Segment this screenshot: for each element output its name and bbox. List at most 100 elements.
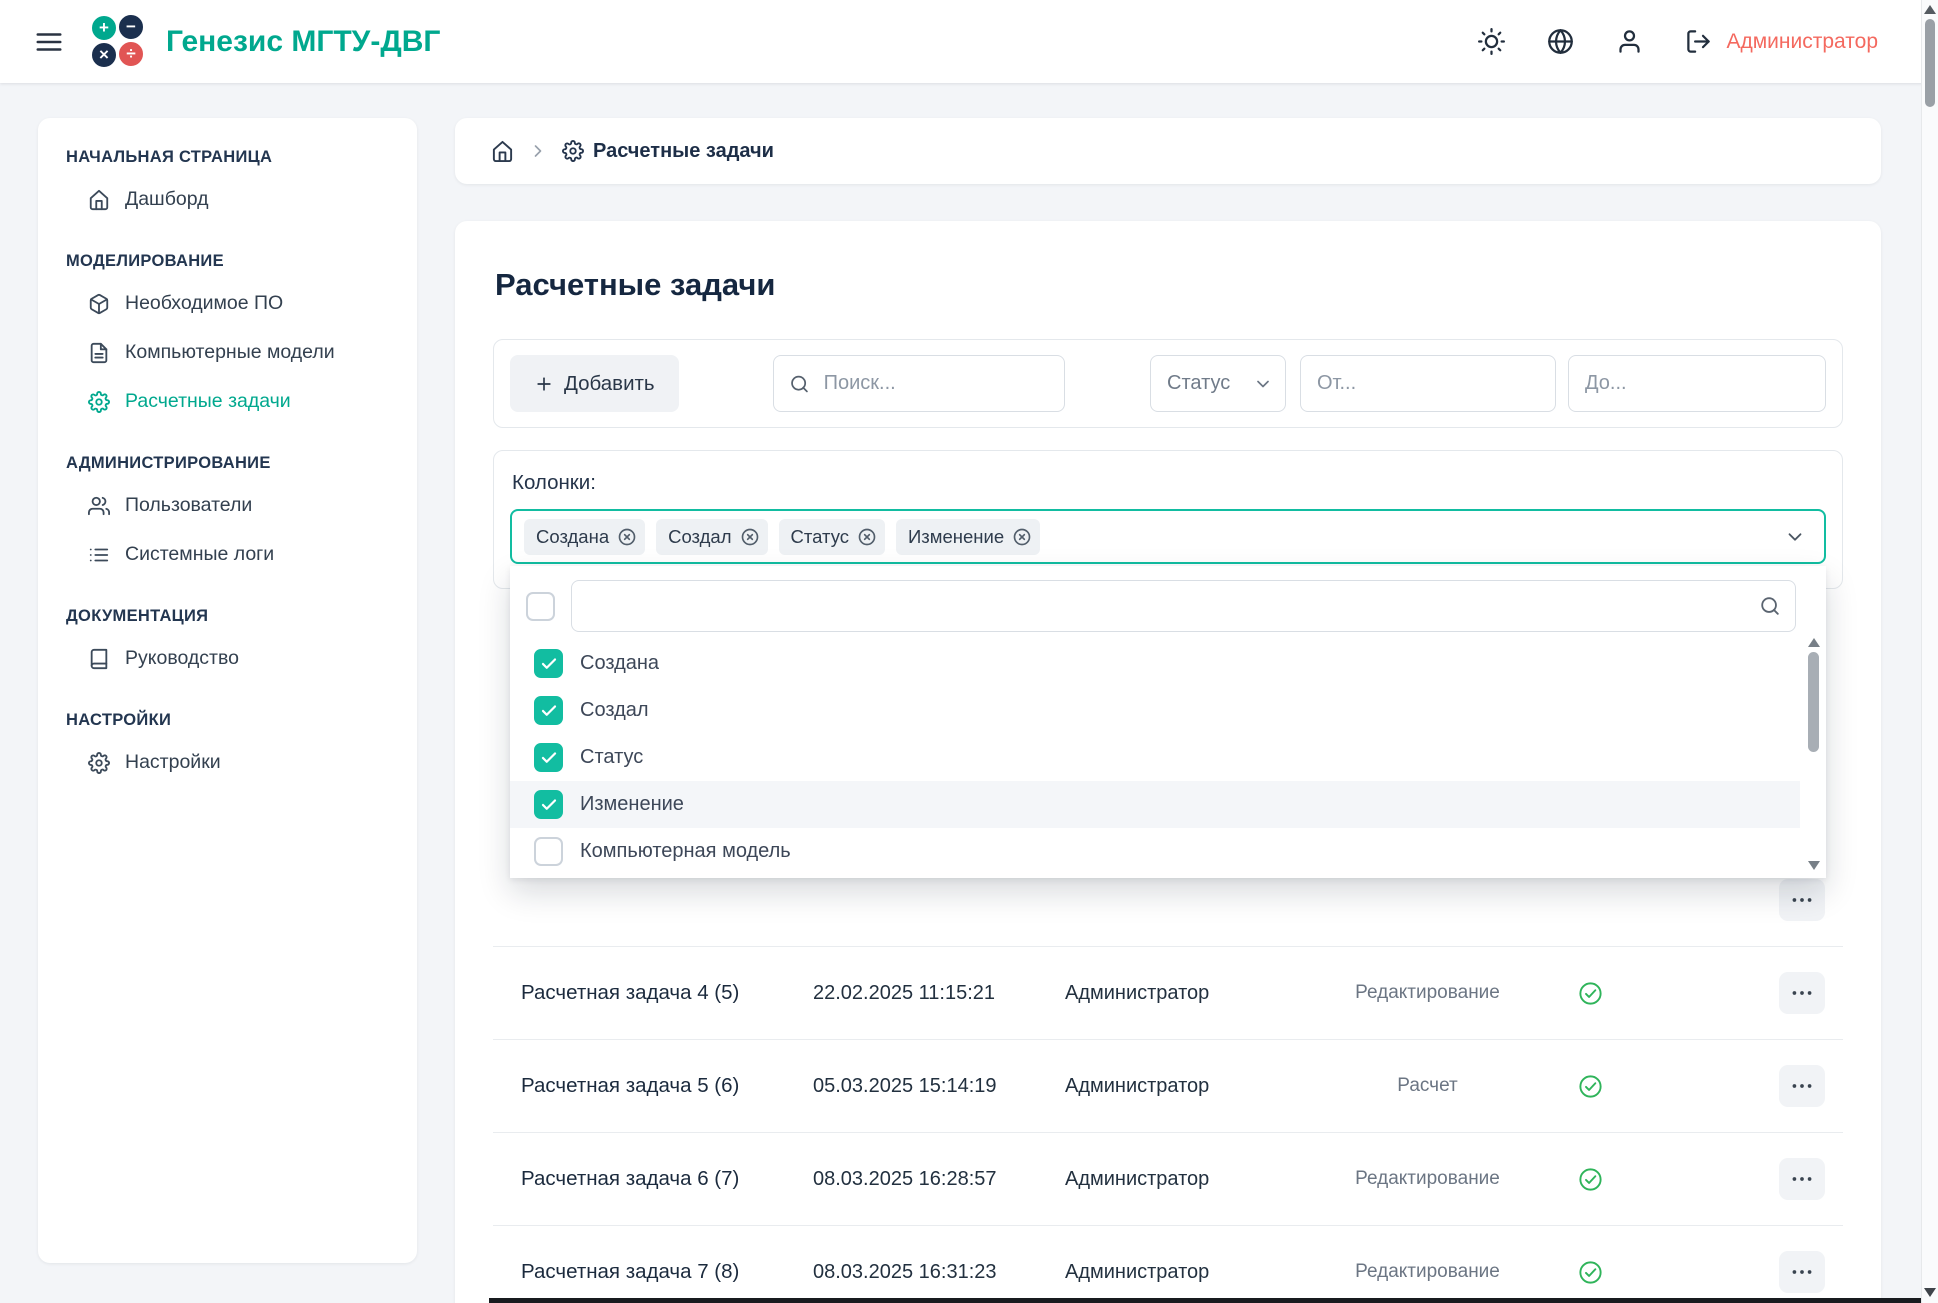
sidebar-item[interactable]: Дашборд [58, 175, 397, 224]
date-to-input[interactable] [1568, 355, 1826, 412]
selected-columns: Создана Создал Статус Изменение [524, 518, 1041, 555]
tasks-panel: Расчетные задачи Добавить Статус [455, 221, 1881, 1303]
profile-icon[interactable] [1616, 28, 1643, 55]
more-horizontal-icon [1789, 1259, 1815, 1285]
more-horizontal-icon [1789, 1073, 1815, 1099]
menu-icon[interactable] [34, 27, 64, 57]
checkbox[interactable] [534, 837, 563, 866]
window-scrollbar[interactable] [1921, 0, 1938, 1303]
more-horizontal-icon [1789, 1166, 1815, 1192]
remove-chip-icon[interactable] [1012, 527, 1032, 547]
row-actions-button[interactable] [1779, 1158, 1825, 1200]
sidebar-item[interactable]: Системные логи [58, 530, 397, 579]
sidebar-section-label: НАЧАЛЬНАЯ СТРАНИЦА [66, 148, 273, 166]
tasks-table: Расчетная задача 4 (5) 22.02.2025 11:15:2… [493, 854, 1843, 1303]
scroll-down-icon[interactable] [1807, 861, 1820, 870]
sidebar: НАЧАЛЬНАЯ СТРАНИЦА Дашборд МОДЕЛИРОВАНИЕ Не… [38, 118, 417, 1263]
gear-icon [88, 390, 110, 413]
main-content: Расчетные задачи Расчетные задачи Добави… [455, 118, 1881, 1303]
breadcrumb-current-label: Расчетные задачи [593, 139, 774, 162]
checkbox[interactable] [534, 649, 563, 678]
column-option[interactable]: Изменение [510, 781, 1800, 828]
sidebar-item-label: Настройки [125, 751, 221, 773]
file-text-icon [88, 342, 110, 364]
status-check-icon [1577, 980, 1604, 1007]
column-option-label: Статус [580, 746, 644, 768]
sidebar-item[interactable]: Расчетные задачи [58, 377, 397, 426]
row-actions-button[interactable] [1779, 879, 1825, 921]
cube-icon [88, 293, 110, 315]
scroll-down-icon[interactable] [1924, 1288, 1936, 1297]
column-option[interactable]: Создана [510, 640, 1800, 687]
sidebar-item[interactable]: Руководство [58, 634, 397, 683]
remove-chip-icon[interactable] [617, 527, 637, 547]
sidebar-item[interactable]: Необходимое ПО [58, 279, 397, 328]
top-bar: + − × ÷ Генезис МГТУ-ДВГ Администратор [0, 0, 1938, 83]
theme-toggle-icon[interactable] [1478, 28, 1506, 55]
sidebar-item-label: Компьютерные модели [125, 341, 335, 363]
table-row: Расчетная задача 4 (5) 22.02.2025 11:15:2… [493, 947, 1843, 1040]
columns-multiselect[interactable]: Создана Создал Статус Изменение [510, 509, 1826, 564]
task-created: 08.03.2025 16:31:23 [813, 1260, 997, 1283]
user-role[interactable]: Администратор [1726, 30, 1878, 54]
scroll-up-icon[interactable] [1924, 5, 1936, 14]
task-name: Расчетная задача 4 (5) [521, 981, 740, 1004]
columns-search-input[interactable] [571, 580, 1796, 632]
window-scrollbar-thumb[interactable] [1925, 19, 1935, 107]
checkbox[interactable] [534, 696, 563, 725]
status-check-icon [1577, 1259, 1604, 1286]
plus-icon [534, 374, 554, 394]
add-button[interactable]: Добавить [510, 355, 679, 412]
table-row: Расчетная задача 7 (8) 08.03.2025 16:31:2… [493, 1226, 1843, 1303]
chevron-down-icon[interactable] [1784, 526, 1806, 548]
column-option[interactable]: Статус [510, 734, 1800, 781]
remove-chip-icon[interactable] [740, 527, 760, 547]
column-option[interactable]: Компьютерная модель [510, 828, 1800, 875]
sidebar-item-label: Системные логи [125, 543, 275, 565]
row-actions-button[interactable] [1779, 1065, 1825, 1107]
header-actions: Администратор [1478, 28, 1878, 55]
logo-plus-circle: + [90, 13, 118, 42]
task-name: Расчетная задача 7 (8) [521, 1260, 740, 1283]
dropdown-scrollbar[interactable] [1807, 638, 1820, 870]
task-status: Редактирование [1355, 982, 1500, 1003]
search-input[interactable] [772, 355, 1065, 412]
sidebar-item-label: Расчетные задачи [125, 390, 291, 412]
column-option-label: Создана [580, 652, 660, 674]
task-author: Администратор [1065, 1167, 1210, 1190]
task-name: Расчетная задача 5 (6) [521, 1074, 740, 1097]
search-icon [789, 373, 810, 394]
table-row: Расчетная задача 6 (7) 08.03.2025 16:28:5… [493, 1133, 1843, 1226]
checkbox[interactable] [534, 790, 563, 819]
task-author: Администратор [1065, 981, 1210, 1004]
column-option-label: Компьютерная модель [580, 840, 791, 862]
scroll-up-icon[interactable] [1807, 638, 1820, 647]
sidebar-nav: НАЧАЛЬНАЯ СТРАНИЦА Дашборд МОДЕЛИРОВАНИЕ Не… [58, 148, 397, 787]
page-title: Расчетные задачи [495, 267, 776, 302]
breadcrumb-home-icon[interactable] [491, 140, 514, 163]
status-filter-label: Статус [1167, 372, 1231, 394]
task-name: Расчетная задача 6 (7) [521, 1167, 740, 1190]
sidebar-section-label: МОДЕЛИРОВАНИЕ [66, 252, 224, 270]
sidebar-section-label: НАСТРОЙКИ [66, 711, 172, 729]
date-from-input[interactable] [1300, 355, 1556, 412]
toolbar: Добавить Статус [493, 339, 1843, 428]
logout-icon[interactable] [1685, 28, 1712, 55]
task-author: Администратор [1065, 1074, 1210, 1097]
sidebar-item[interactable]: Настройки [58, 738, 397, 787]
select-all-checkbox[interactable] [526, 591, 555, 621]
language-icon[interactable] [1547, 28, 1574, 55]
app-window: + − × ÷ Генезис МГТУ-ДВГ Администратор Н… [0, 0, 1938, 1303]
sidebar-item[interactable]: Компьютерные модели [58, 328, 397, 377]
dropdown-scrollbar-thumb[interactable] [1808, 652, 1819, 752]
row-actions-button[interactable] [1779, 1251, 1825, 1293]
chevron-down-icon [1253, 374, 1273, 394]
status-filter-select[interactable]: Статус [1150, 355, 1286, 412]
sidebar-item[interactable]: Пользователи [58, 481, 397, 530]
column-option[interactable]: Создал [510, 687, 1800, 734]
row-actions-button[interactable] [1779, 972, 1825, 1014]
remove-chip-icon[interactable] [857, 527, 877, 547]
checkbox[interactable] [534, 743, 563, 772]
logo-multiply-circle: × [90, 40, 118, 69]
task-author: Администратор [1065, 1260, 1210, 1283]
